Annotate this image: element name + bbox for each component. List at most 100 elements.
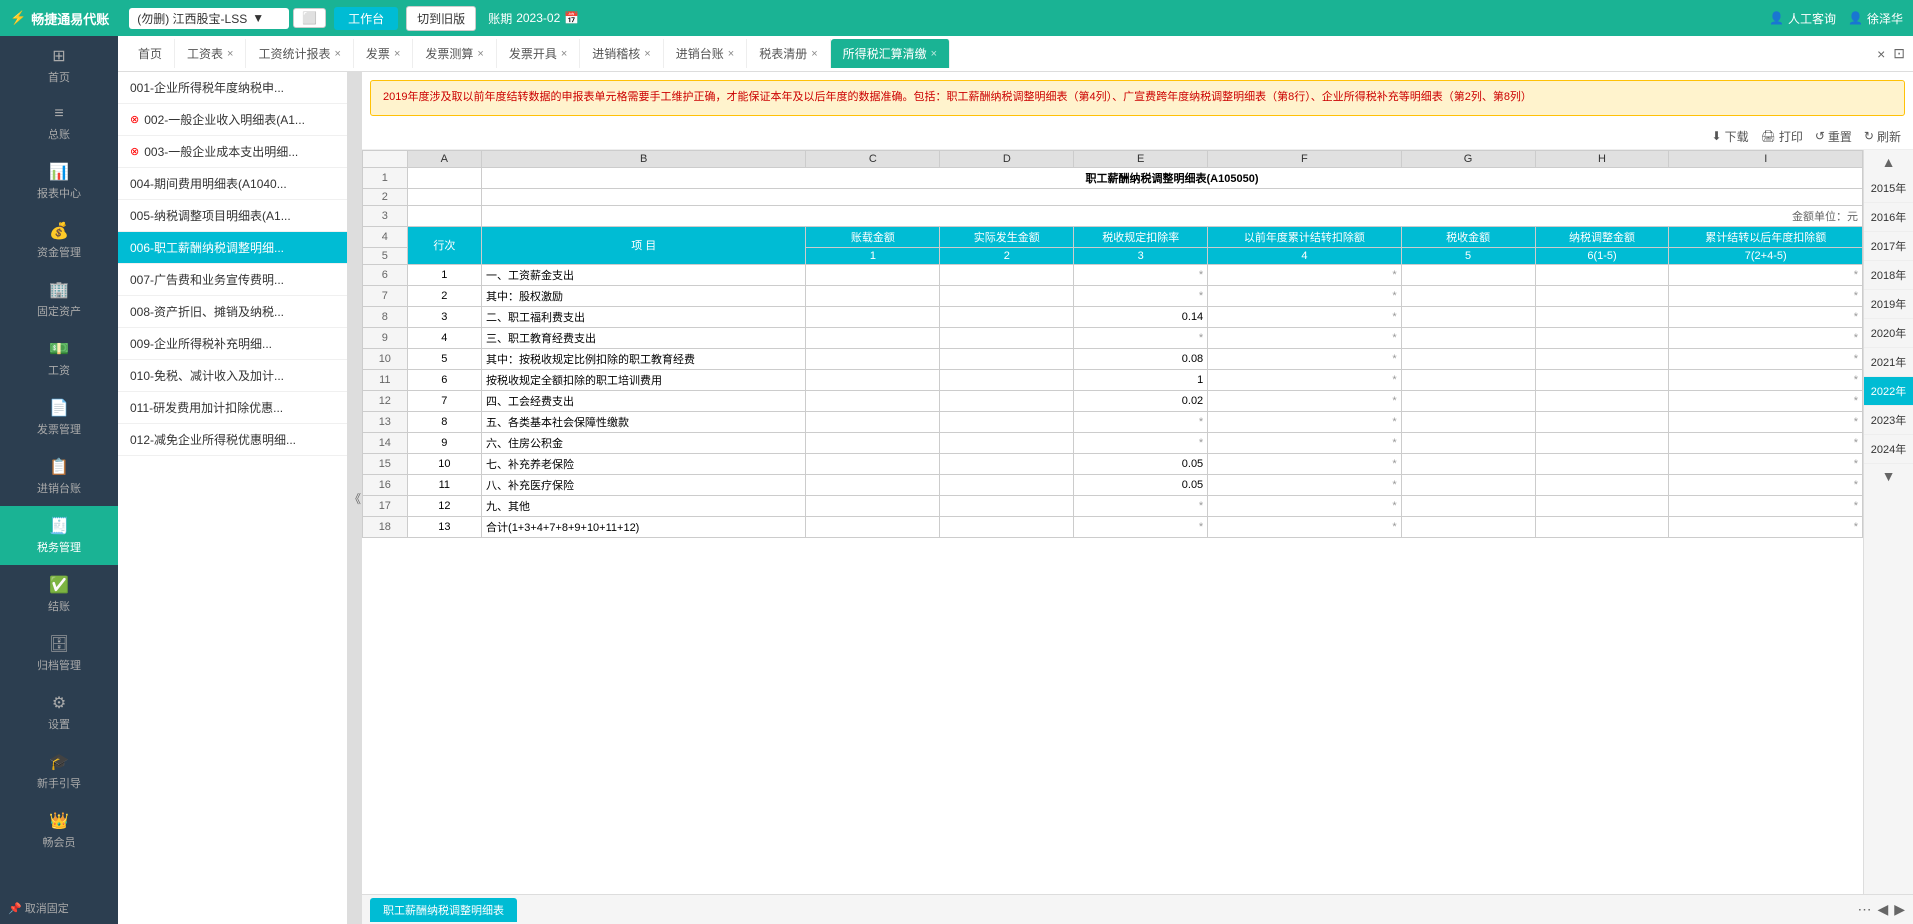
year-2024[interactable]: 2024年 <box>1864 435 1913 464</box>
year-2020[interactable]: 2020年 <box>1864 319 1913 348</box>
tab-expand-btn[interactable]: ⊡ <box>1893 45 1905 62</box>
year-2023[interactable]: 2023年 <box>1864 406 1913 435</box>
sidebar: ⊞ 首页 ≡ 总账 📊 报表中心 💰 资金管理 🏢 固定资产 💵 工资 <box>0 36 118 924</box>
tab-tax-list-close[interactable]: × <box>811 48 817 60</box>
left-panel-item-011-label: 011-研发费用加计扣除优惠... <box>130 399 283 416</box>
year-2018[interactable]: 2018年 <box>1864 261 1913 290</box>
table-row: 17 12 九、其他 * * * <box>363 495 1863 516</box>
tab-invoice-close[interactable]: × <box>394 48 400 60</box>
left-panel-item-007[interactable]: 007-广告费和业务宣传费明... <box>118 264 347 296</box>
year-nav-down[interactable]: ▼ <box>1864 464 1913 488</box>
archive-icon: 🗄 <box>49 634 69 654</box>
col-header-B: B <box>482 150 806 167</box>
cancel-fixed-btn[interactable]: 📌 取消固定 <box>0 892 118 924</box>
year-2016[interactable]: 2016年 <box>1864 203 1913 232</box>
sidebar-item-close[interactable]: ✅ 结账 <box>0 565 118 624</box>
panel-collapse-btn[interactable]: 《 <box>348 72 362 924</box>
tab-sales-check-close[interactable]: × <box>644 48 650 60</box>
sheet-scroll-right[interactable]: ▶ <box>1894 901 1905 918</box>
year-2015[interactable]: 2015年 <box>1864 174 1913 203</box>
print-button[interactable]: 🖨 打印 <box>1761 128 1803 145</box>
tab-sales-check[interactable]: 进销稽核 × <box>580 39 663 68</box>
sidebar-item-home[interactable]: ⊞ 首页 <box>0 36 118 95</box>
refresh-button[interactable]: ↻ 刷新 <box>1864 128 1901 145</box>
sidebar-item-settings[interactable]: ⚙ 设置 <box>0 683 118 742</box>
tab-income-tax-close[interactable]: × <box>931 48 937 60</box>
sidebar-item-close-label: 结账 <box>48 598 70 614</box>
sidebar-item-ledger[interactable]: ≡ 总账 <box>0 95 118 152</box>
sheet-tab-actions: ⋯ ◀ ▶ <box>1857 901 1905 918</box>
sidebar-item-report[interactable]: 📊 报表中心 <box>0 152 118 211</box>
sidebar-item-invoice[interactable]: 📄 发票管理 <box>0 388 118 447</box>
col-header-taxrate: 税收规定扣除率 <box>1074 226 1208 247</box>
left-panel-item-009[interactable]: 009-企业所得税补充明细... <box>118 328 347 360</box>
row-1-num: 1 <box>363 167 408 188</box>
left-panel-item-008[interactable]: 008-资产折旧、摊销及纳税... <box>118 296 347 328</box>
tab-invoice-issue-close[interactable]: × <box>561 48 567 60</box>
tab-salary-report[interactable]: 工资统计报表 × <box>246 39 353 68</box>
service-btn[interactable]: 👤 人工客询 <box>1769 10 1836 27</box>
left-panel-item-011[interactable]: 011-研发费用加计扣除优惠... <box>118 392 347 424</box>
company-selector[interactable]: (勿删) 江西股宝-LSS ▼ <box>129 8 289 29</box>
sheet-tab-bar: 职工薪酬纳税调整明细表 ⋯ ◀ ▶ <box>362 894 1913 924</box>
period-calendar-icon[interactable]: 📅 <box>564 11 579 25</box>
tab-income-tax[interactable]: 所得税汇算清缴 × <box>831 39 950 68</box>
sidebar-item-archive[interactable]: 🗄 归档管理 <box>0 624 118 683</box>
year-2021[interactable]: 2021年 <box>1864 348 1913 377</box>
download-button[interactable]: ⬇ 下载 <box>1712 128 1749 145</box>
vip-icon: 👑 <box>49 811 69 831</box>
sidebar-item-sales[interactable]: 📋 进销台账 <box>0 447 118 506</box>
year-2019[interactable]: 2019年 <box>1864 290 1913 319</box>
col-header-rownum: 行次 <box>407 226 481 264</box>
tab-close-all-btn[interactable]: × <box>1877 45 1885 62</box>
year-2017[interactable]: 2017年 <box>1864 232 1913 261</box>
tab-sales-ledger[interactable]: 进销台账 × <box>664 39 747 68</box>
tab-tax-list[interactable]: 税表清册 × <box>747 39 830 68</box>
left-panel-item-003[interactable]: ⊗ 003-一般企业成本支出明细... <box>118 136 347 168</box>
workbench-button[interactable]: 工作台 <box>334 7 398 30</box>
tab-salary-close[interactable]: × <box>227 48 233 60</box>
sidebar-item-guide[interactable]: 🎓 新手引导 <box>0 742 118 801</box>
salary-icon: 💵 <box>49 339 69 359</box>
table-row: 6 1 一、工资薪金支出 * * <box>363 264 1863 285</box>
left-panel-item-005[interactable]: 005-纳税调整项目明细表(A1... <box>118 200 347 232</box>
sidebar-item-salary[interactable]: 💵 工资 <box>0 329 118 388</box>
spreadsheet-scroll[interactable]: A B C D E F G H I <box>362 150 1863 894</box>
sidebar-item-fund[interactable]: 💰 资金管理 <box>0 211 118 270</box>
switch-version-button[interactable]: 切到旧版 <box>406 6 476 31</box>
company-name: (勿删) 江西股宝-LSS <box>137 10 247 27</box>
left-panel-item-004[interactable]: 004-期间费用明细表(A1040... <box>118 168 347 200</box>
copy-button[interactable]: ⬜ <box>293 8 326 28</box>
row-1-A <box>407 167 481 188</box>
sidebar-item-settings-label: 设置 <box>48 716 70 732</box>
left-panel-item-012[interactable]: 012-减免企业所得税优惠明细... <box>118 424 347 456</box>
tab-invoice-calc[interactable]: 发票测算 × <box>413 39 496 68</box>
year-2022[interactable]: 2022年 <box>1864 377 1913 406</box>
reset-icon: ↺ <box>1815 129 1825 143</box>
tab-invoice[interactable]: 发票 × <box>354 39 413 68</box>
left-panel-item-009-label: 009-企业所得税补充明细... <box>130 335 272 352</box>
sheet-scroll-left[interactable]: ◀ <box>1877 901 1888 918</box>
sidebar-item-tax[interactable]: 🧾 税务管理 <box>0 506 118 565</box>
sidebar-item-assets[interactable]: 🏢 固定资产 <box>0 270 118 329</box>
period-display: 账期 2023-02 📅 <box>488 10 579 27</box>
left-panel-item-001[interactable]: 001-企业所得税年度纳税申... <box>118 72 347 104</box>
sheet-more-icon[interactable]: ⋯ <box>1857 901 1871 918</box>
tab-salary-report-close[interactable]: × <box>334 48 340 60</box>
table-row: 7 2 其中：股权激励 * * <box>363 285 1863 306</box>
year-nav-up[interactable]: ▲ <box>1864 150 1913 174</box>
tab-invoice-calc-close[interactable]: × <box>477 48 483 60</box>
sidebar-item-vip[interactable]: 👑 畅会员 <box>0 801 118 860</box>
reset-button[interactable]: ↺ 重置 <box>1815 128 1852 145</box>
left-panel-item-002[interactable]: ⊗ 002-一般企业收入明细表(A1... <box>118 104 347 136</box>
left-panel-item-010[interactable]: 010-免税、减计收入及加计... <box>118 360 347 392</box>
tab-invoice-issue[interactable]: 发票开具 × <box>497 39 580 68</box>
tab-sales-ledger-close[interactable]: × <box>728 48 734 60</box>
tab-home[interactable]: 首页 <box>126 39 175 68</box>
user-menu[interactable]: 👤 徐泽华 <box>1848 10 1903 27</box>
sheet-tab-active[interactable]: 职工薪酬纳税调整明细表 <box>370 898 517 922</box>
sidebar-item-sales-label: 进销台账 <box>37 480 81 496</box>
col-header-item: 项 目 <box>482 226 806 264</box>
tab-salary[interactable]: 工资表 × <box>175 39 246 68</box>
left-panel-item-006[interactable]: 006-职工薪酬纳税调整明细... <box>118 232 347 264</box>
